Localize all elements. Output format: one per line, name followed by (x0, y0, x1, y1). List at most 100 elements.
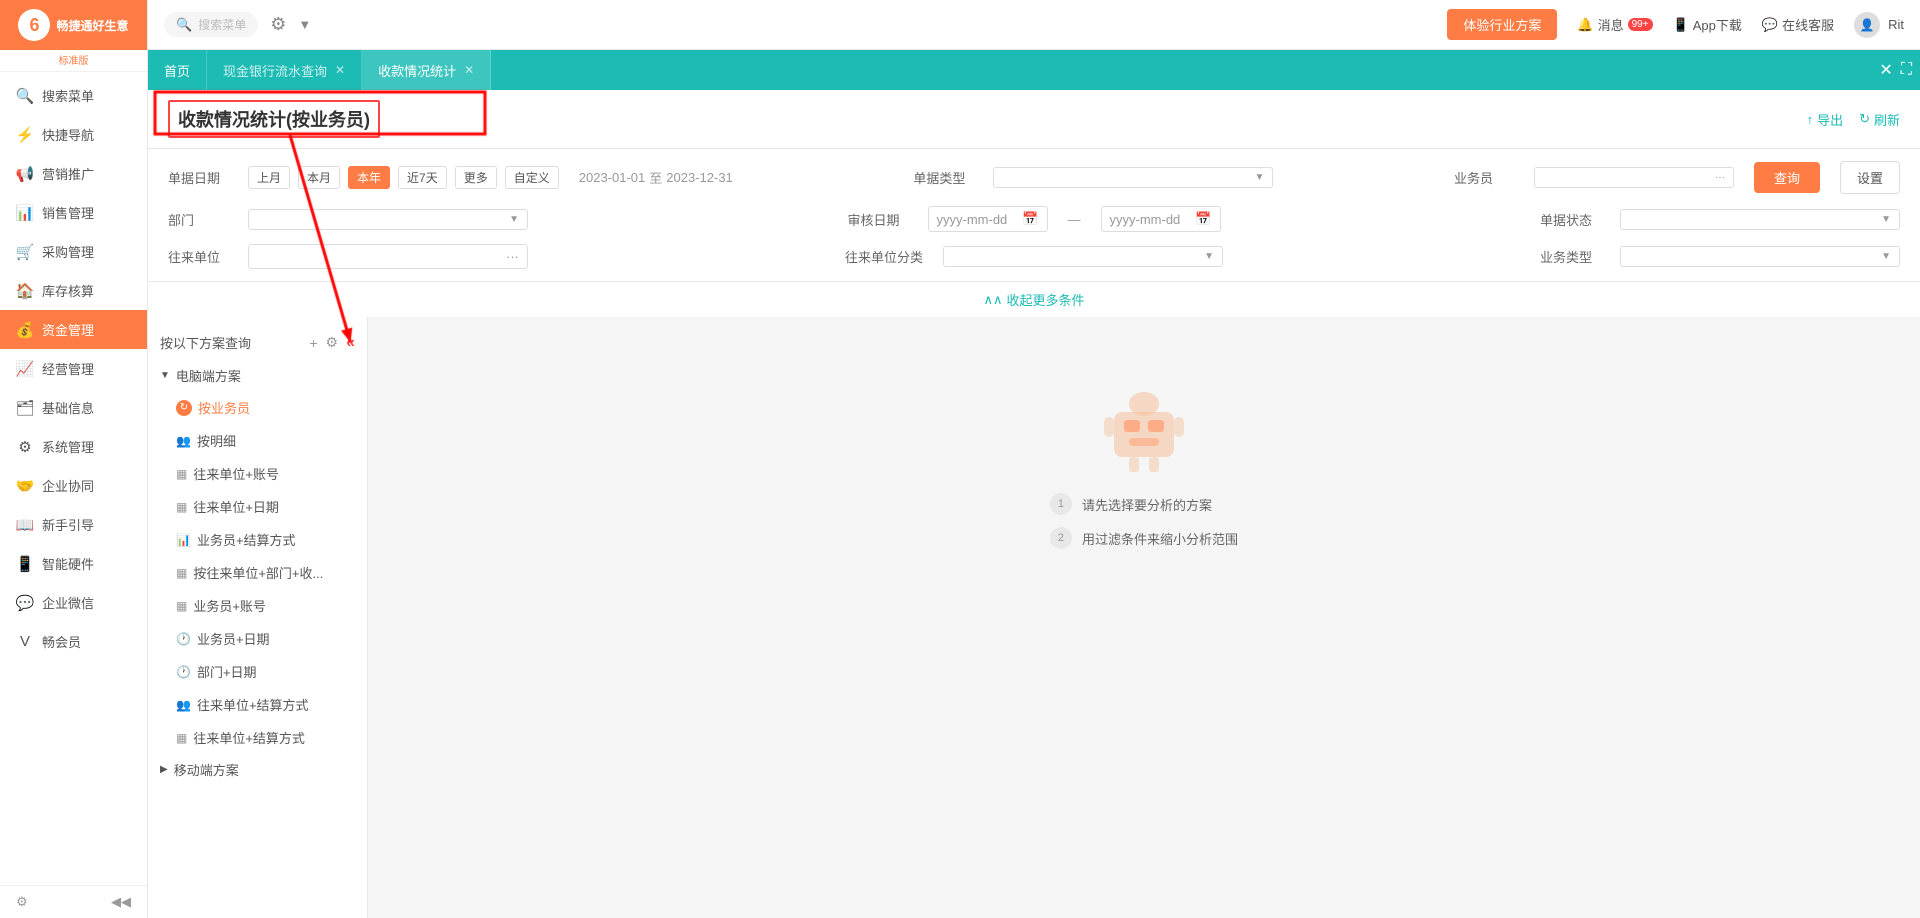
sidebar-item-basicinfo[interactable]: 🗂 基础信息 (0, 388, 147, 427)
tab-receipt-stats[interactable]: 收款情况统计 ✕ (362, 50, 491, 90)
tree-item-dept-date[interactable]: 🕐 部门+日期 (148, 655, 367, 688)
sidebar-item-sales[interactable]: 📊 销售管理 (0, 193, 147, 232)
salesman-select[interactable]: ··· (1534, 167, 1734, 188)
review-date-end[interactable]: yyyy-mm-dd 📅 (1101, 206, 1221, 232)
collapse-panel-button[interactable]: « (346, 334, 355, 352)
collapse-sidebar-icon[interactable]: ◀◀ (111, 894, 131, 910)
step-num-1: 1 (1050, 493, 1072, 515)
tab-receipt-stats-label: 收款情况统计 (378, 61, 456, 80)
search-bar[interactable]: 🔍 搜索菜单 (164, 12, 258, 37)
tab-bank-flow-close[interactable]: ✕ (335, 63, 345, 77)
date-btn-custom[interactable]: 自定义 (505, 166, 559, 189)
user-profile-button[interactable]: 👤 Rit (1854, 12, 1904, 38)
tree-item-counterpart-settlement-1[interactable]: 👥 往来单位+结算方式 (148, 688, 367, 721)
export-button[interactable]: ↑ 导出 (1807, 110, 1844, 129)
doc-status-select[interactable]: ▼ (1620, 209, 1900, 230)
refresh-button[interactable]: ↻ 刷新 (1859, 110, 1900, 129)
counterpart-select[interactable]: ··· (248, 244, 528, 269)
notifications-button[interactable]: 🔔 消息 99+ (1577, 15, 1652, 34)
tree-item-salesman-date[interactable]: 🕐 业务员+日期 (148, 622, 367, 655)
tree-item-label-salesman-payment: 业务员+结算方式 (197, 530, 296, 549)
doc-type-select[interactable]: ▼ (993, 167, 1273, 188)
sidebar-item-label-basicinfo: 基础信息 (42, 398, 94, 417)
bell-icon: 🔔 (1577, 17, 1593, 33)
online-service-button[interactable]: 💬 在线客服 (1762, 15, 1834, 34)
sidebar-item-label-sales: 销售管理 (42, 203, 94, 222)
step-num-2: 2 (1050, 527, 1072, 549)
tree-item-label-counterpart-date: 往来单位+日期 (193, 497, 279, 516)
left-panel-actions: + ⚙ « (309, 334, 355, 352)
date-btn-last-month[interactable]: 上月 (248, 166, 290, 189)
date-btn-this-month[interactable]: 本月 (298, 166, 340, 189)
chart-icon-1: 📊 (176, 533, 191, 547)
add-scheme-button[interactable]: + (309, 335, 317, 351)
sidebar-item-system[interactable]: ⚙ 系统管理 (0, 427, 147, 466)
setting-button[interactable]: 设置 (1840, 161, 1900, 194)
tree-item-counterpart-account[interactable]: ▦ 往来单位+账号 (148, 457, 367, 490)
tab-home[interactable]: 首页 (148, 50, 207, 90)
counterpart-category-select[interactable]: ▼ (943, 246, 1223, 267)
sidebar-item-hardware[interactable]: 📱 智能硬件 (0, 544, 147, 583)
dept-select[interactable]: ▼ (248, 209, 528, 230)
hardware-icon: 📱 (16, 555, 34, 573)
settings-bottom-icon[interactable]: ⚙ (16, 894, 28, 910)
sidebar-item-enterprise[interactable]: 🤝 企业协同 (0, 466, 147, 505)
sidebar-item-management[interactable]: 📈 经营管理 (0, 349, 147, 388)
basicinfo-icon: 🗂 (16, 399, 34, 417)
app-download-button[interactable]: 📱 App下载 (1673, 15, 1742, 34)
wechat-icon: 💬 (16, 594, 34, 612)
search-bar-placeholder: 搜索菜单 (198, 16, 246, 33)
collapse-bar[interactable]: ∧∧ 收起更多条件 (148, 282, 1920, 317)
doc-status-chevron: ▼ (1881, 214, 1891, 225)
sidebar-item-marketing[interactable]: 📢 营销推广 (0, 154, 147, 193)
user-name: Rit (1888, 17, 1904, 32)
finance-icon: 💰 (16, 321, 34, 339)
dropdown-icon[interactable]: ▼ (298, 17, 311, 32)
try-industry-button[interactable]: 体验行业方案 (1447, 9, 1557, 40)
date-btn-more[interactable]: 更多 (455, 166, 497, 189)
tab-maximize-icon[interactable]: ⛶ (1901, 61, 1912, 79)
business-type-select[interactable]: ▼ (1620, 246, 1900, 267)
sidebar-item-inventory[interactable]: 🏠 库存核算 (0, 271, 147, 310)
tree-item-counterpart-date[interactable]: ▦ 往来单位+日期 (148, 490, 367, 523)
service-icon: 💬 (1762, 17, 1778, 33)
counterpart-extra[interactable]: ··· (506, 249, 519, 264)
query-button[interactable]: 查询 (1754, 162, 1820, 193)
left-panel: 按以下方案查询 + ⚙ « ▼ 电脑端方案 ↻ 按业务员 (148, 317, 368, 918)
tab-bank-flow[interactable]: 现金银行流水查询 ✕ (207, 50, 362, 90)
sidebar-item-newguide[interactable]: 📖 新手引导 (0, 505, 147, 544)
tree-item-salesman[interactable]: ↻ 按业务员 (148, 391, 367, 424)
tree-item-label-salesman: 按业务员 (198, 398, 250, 417)
tree-section-desktop-header[interactable]: ▼ 电脑端方案 (148, 360, 367, 391)
sidebar-item-quicknav[interactable]: ⚡ 快捷导航 (0, 115, 147, 154)
tree-item-label-salesman-date: 业务员+日期 (197, 629, 270, 648)
sidebar-item-search[interactable]: 🔍 搜索菜单 (0, 76, 147, 115)
tab-close-all-icon[interactable]: ✕ (1879, 60, 1892, 80)
sidebar-item-wechat[interactable]: 💬 企业微信 (0, 583, 147, 622)
tab-receipt-stats-close[interactable]: ✕ (464, 63, 474, 77)
newguide-icon: 📖 (16, 516, 34, 534)
sidebar-item-purchase[interactable]: 🛒 采购管理 (0, 232, 147, 271)
tree-item-salesman-payment[interactable]: 📊 业务员+结算方式 (148, 523, 367, 556)
table-icon-5: ▦ (176, 731, 187, 745)
sidebar-logo: 6 畅捷通好生意 (0, 0, 147, 50)
date-btn-7days[interactable]: 近7天 (398, 166, 447, 189)
logo-char: 6 (29, 15, 39, 36)
collapse-icon: ∧∧ (983, 292, 1002, 308)
review-date-start[interactable]: yyyy-mm-dd 📅 (928, 206, 1048, 232)
date-btn-this-year[interactable]: 本年 (348, 166, 390, 189)
download-icon: 📱 (1673, 17, 1689, 33)
sidebar-item-finance[interactable]: 💰 资金管理 (0, 310, 147, 349)
tree-item-counterpart-settlement-2[interactable]: ▦ 往来单位+结算方式 (148, 721, 367, 754)
sidebar-item-member[interactable]: V 畅会员 (0, 622, 147, 661)
calendar-icon-start: 📅 (1022, 211, 1038, 227)
tree-item-salesman-account[interactable]: ▦ 业务员+账号 (148, 589, 367, 622)
tree-item-counterpart-dept[interactable]: ▦ 按往来单位+部门+收... (148, 556, 367, 589)
topbar-right: 体验行业方案 🔔 消息 99+ 📱 App下载 💬 在线客服 👤 Rit (1447, 9, 1904, 40)
tree-section-mobile-header[interactable]: ▶ 移动端方案 (148, 754, 367, 785)
scheme-settings-button[interactable]: ⚙ (326, 334, 339, 351)
settings-icon[interactable]: ⚙ (270, 14, 286, 35)
tree-item-detail[interactable]: 👥 按明细 (148, 424, 367, 457)
inventory-icon: 🏠 (16, 282, 34, 300)
sidebar-nav: 🔍 搜索菜单 ⚡ 快捷导航 📢 营销推广 📊 销售管理 🛒 采购管理 🏠 库存核… (0, 72, 147, 885)
